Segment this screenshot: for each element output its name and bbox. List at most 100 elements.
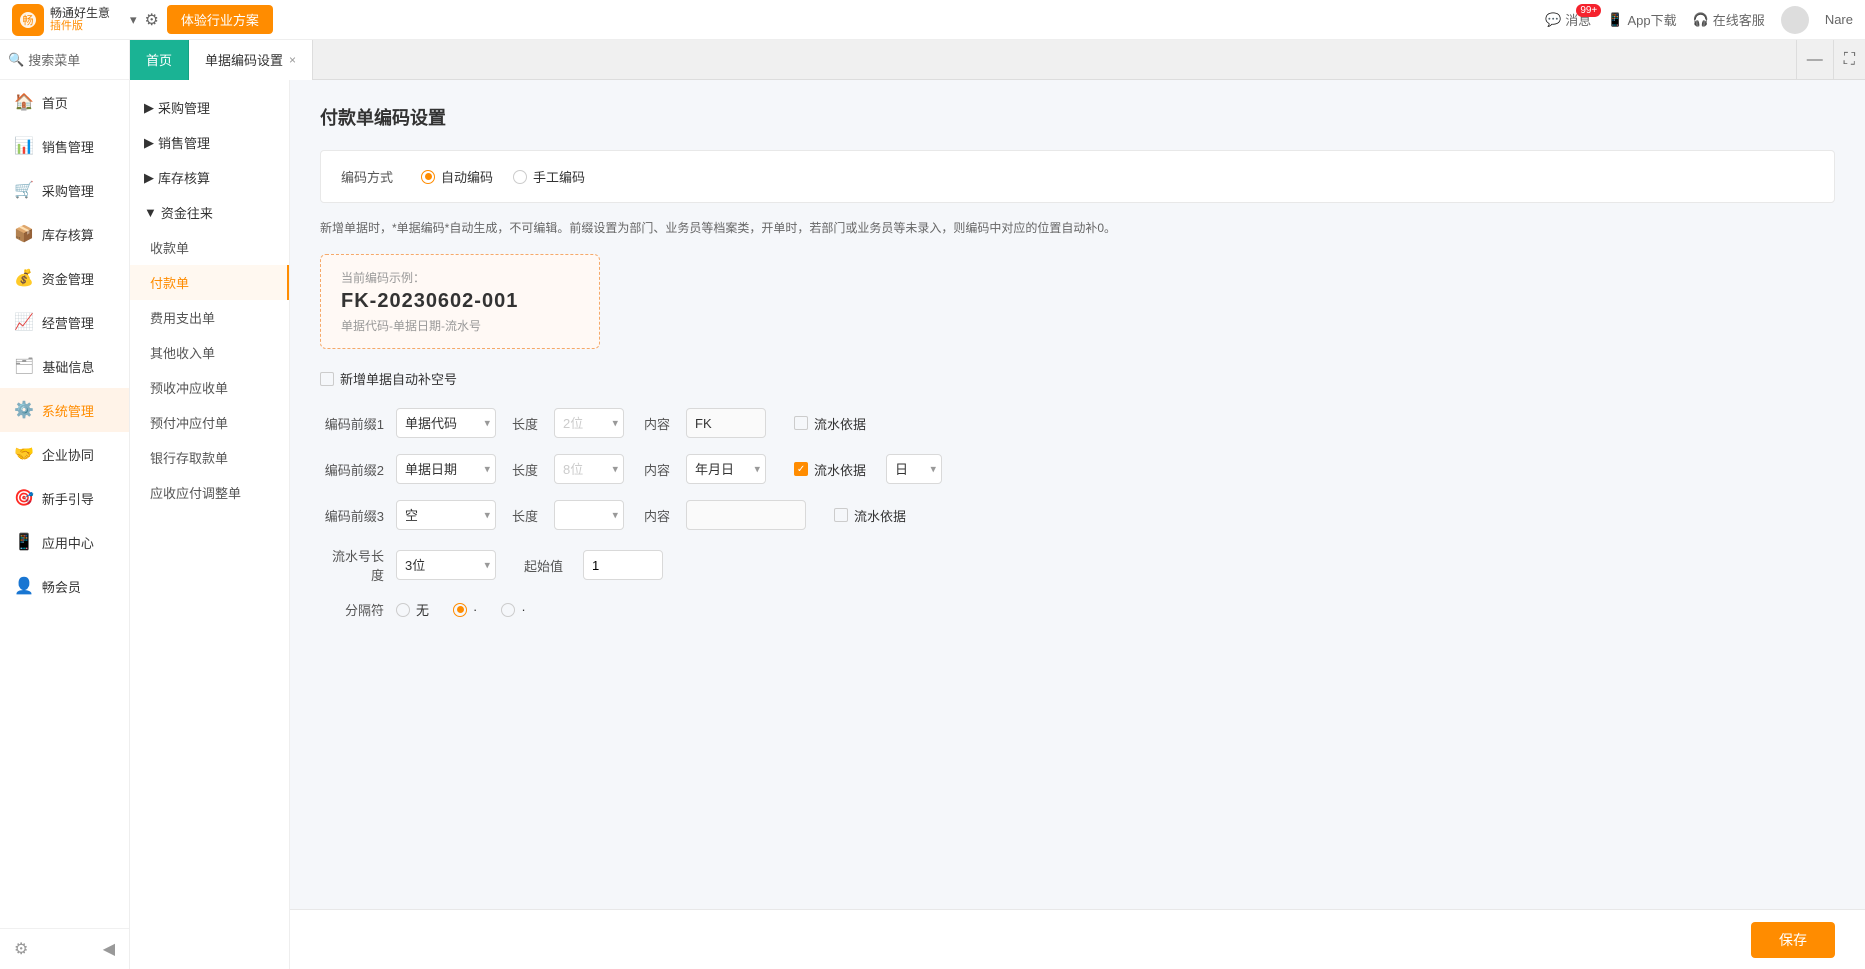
prefix1-content-value: FK	[686, 408, 766, 438]
tab-home[interactable]: 首页	[130, 40, 189, 80]
username-label: Nare	[1825, 12, 1853, 27]
auto-fill-row[interactable]: 新增单据自动补空号	[320, 369, 1835, 388]
manual-code-radio-circle	[513, 170, 527, 184]
prefix1-select-wrap: 单据代码	[396, 408, 496, 438]
sidebar-item-apps[interactable]: 📱 应用中心	[0, 520, 129, 564]
sidebar: 🔍 搜索菜单 🏠 首页 📊 销售管理 🛒 采购管理 📦 库存核算 💰	[0, 40, 130, 969]
tab-expand-buttons: — ⛶	[1796, 40, 1865, 80]
online-service-button[interactable]: 🎧 在线客服	[1693, 10, 1765, 29]
sep-dot-radio[interactable]: ·	[453, 602, 477, 617]
sub-menu-item-payment[interactable]: 付款单	[130, 265, 289, 300]
trial-button[interactable]: 体验行业方案	[167, 5, 273, 34]
prefix2-period-select[interactable]: 日	[886, 454, 942, 484]
prefix1-stream-checkbox[interactable]: 流水依据	[794, 414, 866, 433]
purchase-icon: 🛒	[14, 180, 34, 200]
sub-menu-item-bank[interactable]: 银行存取款单	[130, 440, 289, 475]
sep-none-radio[interactable]: 无	[396, 600, 429, 619]
tab-active[interactable]: 单据编码设置 ×	[189, 40, 313, 80]
prefix2-length-select[interactable]: 8位	[554, 454, 624, 484]
sep-dot-dot	[457, 606, 464, 613]
coding-mode-radio-group: 编码方式 自动编码 手工编码	[341, 167, 1814, 186]
auto-code-radio[interactable]: 自动编码	[421, 167, 493, 186]
sub-group-sales: ▶ 销售管理	[130, 125, 289, 160]
sidebar-item-guide[interactable]: 🎯 新手引导	[0, 476, 129, 520]
logo-text: 畅通好生意 插件版	[50, 6, 110, 34]
save-button[interactable]: 保存	[1751, 922, 1835, 958]
sub-group-inventory-header[interactable]: ▶ 库存核算	[130, 160, 289, 195]
tab-close-icon[interactable]: ×	[289, 53, 296, 67]
sidebar-item-enterprise[interactable]: 🤝 企业协同	[0, 432, 129, 476]
page-title: 付款单编码设置	[320, 104, 1835, 130]
prefix3-length-select-wrap	[554, 500, 624, 530]
app-download-button[interactable]: 📱 App下载	[1607, 10, 1676, 29]
prefix3-length-select[interactable]	[554, 500, 624, 530]
stream-length-select-wrap: 3位	[396, 550, 496, 580]
svg-text:畅: 畅	[23, 13, 34, 27]
coding-label: 编码方式	[341, 167, 393, 186]
prefix2-content-select-wrap: 年月日	[686, 454, 766, 484]
tab-minimize-button[interactable]: —	[1796, 40, 1833, 80]
manual-code-radio[interactable]: 手工编码	[513, 167, 585, 186]
sub-menu-item-expense[interactable]: 费用支出单	[130, 300, 289, 335]
sidebar-item-home[interactable]: 🏠 首页	[0, 80, 129, 124]
separator-row: 分隔符 无 · ·	[320, 600, 1835, 619]
sidebar-settings-icon[interactable]: ⚙	[14, 939, 28, 959]
message-badge: 99+	[1576, 4, 1601, 17]
prefix2-stream-box: ✓	[794, 462, 808, 476]
sep-dash-radio[interactable]: ·	[501, 602, 525, 617]
prefix3-stream-checkbox[interactable]: 流水依据	[834, 506, 906, 525]
message-button[interactable]: 💬 消息 99+	[1545, 10, 1591, 29]
sub-group-finance-header[interactable]: ▼ 资金往来	[130, 195, 289, 230]
sub-group-purchase-header[interactable]: ▶ 采购管理	[130, 90, 289, 125]
prefix2-content-select[interactable]: 年月日	[686, 454, 766, 484]
sidebar-collapse-icon[interactable]: ◀	[103, 939, 115, 959]
settings-icon[interactable]: ⚙	[145, 10, 159, 30]
prefix1-select[interactable]: 单据代码	[396, 408, 496, 438]
prefix2-stream-checkbox[interactable]: ✓ 流水依据	[794, 460, 866, 479]
code-example-value: FK-20230602-001	[341, 290, 579, 313]
stream-length-label: 流水号长度	[320, 546, 384, 584]
sidebar-item-basics[interactable]: 🗂 基础信息	[0, 344, 129, 388]
sidebar-item-system[interactable]: ⚙️ 系统管理	[0, 388, 129, 432]
guide-icon: 🎯	[14, 488, 34, 508]
sub-menu-item-receipt[interactable]: 收款单	[130, 230, 289, 265]
sub-menu-item-adjust[interactable]: 应收应付调整单	[130, 475, 289, 510]
prefix2-content-label: 内容	[644, 460, 670, 479]
sidebar-item-sales[interactable]: 📊 销售管理	[0, 124, 129, 168]
search-icon: 🔍	[8, 52, 24, 68]
prefix1-length-label: 长度	[512, 414, 538, 433]
prefix1-label: 编码前缀1	[320, 414, 384, 433]
sidebar-item-member[interactable]: 👤 畅会员	[0, 564, 129, 608]
prefix2-select[interactable]: 单据日期	[396, 454, 496, 484]
stream-length-select[interactable]: 3位	[396, 550, 496, 580]
prefix3-stream-box	[834, 508, 848, 522]
sidebar-item-finance[interactable]: 💰 资金管理	[0, 256, 129, 300]
tab-maximize-button[interactable]: ⛶	[1833, 40, 1865, 80]
sub-group-sales-header[interactable]: ▶ 销售管理	[130, 125, 289, 160]
enterprise-icon: 🤝	[14, 444, 34, 464]
prefix2-length-select-wrap: 8位	[554, 454, 624, 484]
page-content: 付款单编码设置 编码方式 自动编码	[290, 80, 1865, 909]
sub-menu-item-prepay-pay[interactable]: 预付冲应付单	[130, 405, 289, 440]
prefix2-period-select-wrap: 日	[886, 454, 942, 484]
inventory-icon: 📦	[14, 224, 34, 244]
layout: 🔍 搜索菜单 🏠 首页 📊 销售管理 🛒 采购管理 📦 库存核算 💰	[0, 40, 1865, 969]
sidebar-item-operations[interactable]: 📈 经营管理	[0, 300, 129, 344]
sub-menu-item-prepay-recv[interactable]: 预收冲应收单	[130, 370, 289, 405]
prefix1-length-select[interactable]: 2位	[554, 408, 624, 438]
sidebar-item-purchase[interactable]: 🛒 采购管理	[0, 168, 129, 212]
start-value-input[interactable]	[583, 550, 663, 580]
sidebar-item-inventory[interactable]: 📦 库存核算	[0, 212, 129, 256]
message-icon: 💬	[1545, 12, 1561, 28]
topbar-dropdown[interactable]: ▾	[126, 12, 137, 28]
auto-fill-checkbox[interactable]	[320, 372, 334, 386]
stream-row: 流水号长度 3位 起始值	[320, 546, 1835, 584]
prefix3-select[interactable]: 空	[396, 500, 496, 530]
topbar: 畅 畅通好生意 插件版 ▾ ⚙ 体验行业方案 💬 消息 99+ 📱 App下载 …	[0, 0, 1865, 40]
sub-menu-item-other-income[interactable]: 其他收入单	[130, 335, 289, 370]
search-menu-button[interactable]: 🔍 搜索菜单	[0, 40, 129, 80]
sub-group-purchase: ▶ 采购管理	[130, 90, 289, 125]
avatar[interactable]	[1781, 6, 1809, 34]
prefix3-select-wrap: 空	[396, 500, 496, 530]
basics-icon: 🗂	[14, 356, 34, 376]
